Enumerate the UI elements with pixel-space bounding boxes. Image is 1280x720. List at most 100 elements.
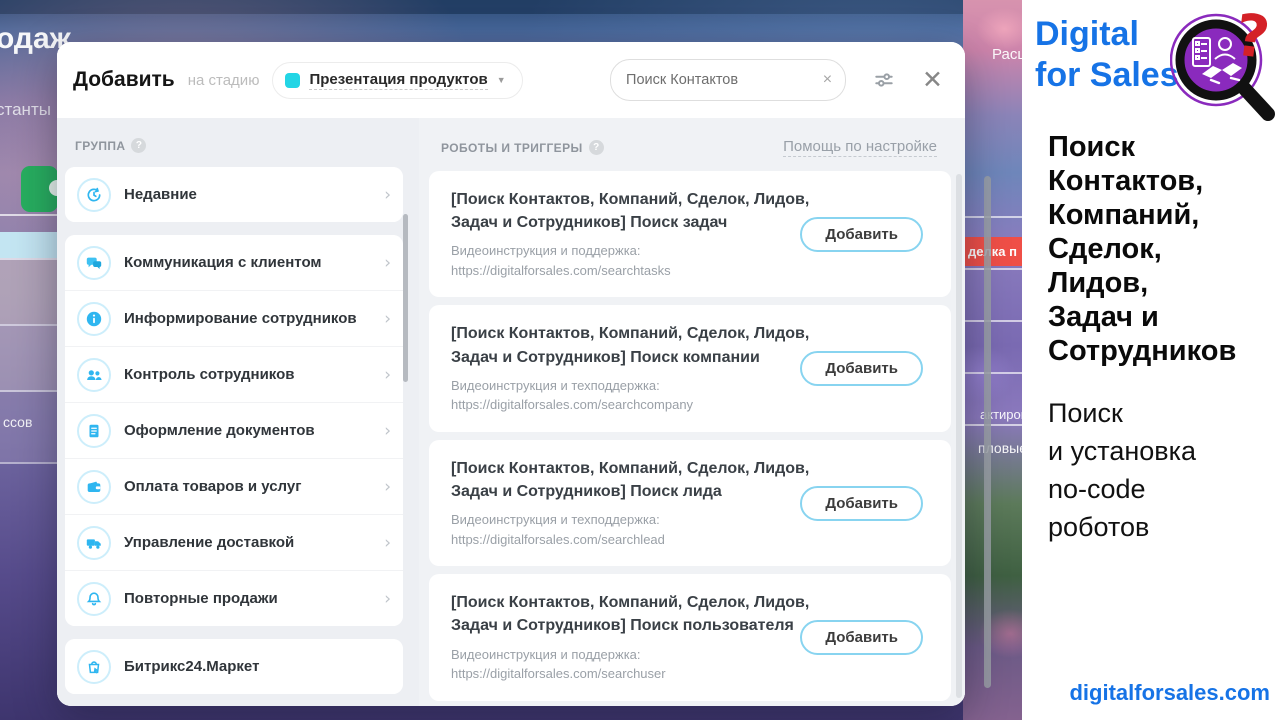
sidebar-item-label: Управление доставкой xyxy=(124,534,295,551)
robot-url: https://digitalforsales.com/searchcompan… xyxy=(451,397,694,413)
sidebar-item-employee-control[interactable]: Контроль сотрудников › xyxy=(65,346,403,402)
background-row-line xyxy=(963,268,1022,270)
sidebar-item-recent[interactable]: Недавние › xyxy=(65,167,403,222)
promo-sidebar: Digital for Sales ? Поиск Контактов, Ком… xyxy=(1022,0,1280,720)
brand-line1: Digital xyxy=(1035,15,1139,53)
recent-card: Недавние › xyxy=(65,167,403,222)
chevron-right-icon: › xyxy=(384,364,391,385)
slider-panel-scrollbar[interactable] xyxy=(984,176,991,688)
robot-card-search-lead: [Поиск Контактов, Компаний, Сделок, Лидо… xyxy=(429,439,951,567)
search-clear-icon[interactable]: × xyxy=(823,72,832,88)
brand-logo-text: Digital for Sales xyxy=(1035,14,1179,96)
history-icon xyxy=(77,177,111,212)
help-icon[interactable]: ? xyxy=(588,140,604,155)
sidebar-item-payments[interactable]: Оплата товаров и услуг › xyxy=(65,458,403,514)
market-card: Битрикс24.Маркет xyxy=(65,639,403,694)
sidebar-item-label: Оформление документов xyxy=(124,422,315,439)
truck-icon xyxy=(77,525,111,560)
sidebar-item-bitrix-market[interactable]: Битрикс24.Маркет xyxy=(65,639,403,694)
robots-panel-scrollbar[interactable] xyxy=(956,174,962,698)
brand-line2: for Sales xyxy=(1035,55,1179,94)
background-row-highlight xyxy=(0,232,57,258)
chevron-right-icon: › xyxy=(384,184,391,205)
group-section-label: ГРУППА xyxy=(75,138,126,153)
robot-url: https://digitalforsales.com/searchuser xyxy=(451,666,666,681)
robot-title: [Поиск Контактов, Компаний, Сделок, Лидо… xyxy=(451,594,810,635)
chevron-right-icon: › xyxy=(384,588,391,609)
wallet-icon xyxy=(77,469,111,504)
add-robot-dialog: Добавить на стадию Презентация продуктов… xyxy=(57,42,965,706)
screen: одаж станты ссов Расши делка п актиров п… xyxy=(0,0,1280,720)
background-row-line xyxy=(963,424,1022,426)
add-robot-button[interactable]: Добавить xyxy=(800,217,923,252)
magnifier-logo-icon: ? xyxy=(1170,4,1275,121)
background-row-line xyxy=(0,462,57,464)
promo-heading-line: Сделок, xyxy=(1048,233,1162,265)
sidebar-item-documents[interactable]: Оформление документов › xyxy=(65,402,403,458)
robot-card-search-user: [Поиск Контактов, Компаний, Сделок, Лидо… xyxy=(429,574,951,701)
robot-card-search-company: [Поиск Контактов, Компаний, Сделок, Лидо… xyxy=(429,305,951,432)
chevron-right-icon: › xyxy=(384,476,391,497)
search-input[interactable] xyxy=(624,71,817,89)
background-row xyxy=(0,260,57,324)
promo-heading-line: Задач и xyxy=(1048,301,1159,333)
add-robot-button[interactable]: Добавить xyxy=(800,620,923,656)
close-icon[interactable]: ✕ xyxy=(922,67,943,93)
promo-heading: Поиск Контактов, Компаний, Сделок, Лидов… xyxy=(1048,130,1236,368)
chevron-down-icon: ▼ xyxy=(496,75,506,85)
background-green-button xyxy=(21,166,65,212)
group-panel: ГРУППА ? Недавние › Коммуникация с клиен… xyxy=(57,118,419,706)
background-row xyxy=(0,326,57,390)
sidebar-item-informing[interactable]: Информирование сотрудников › xyxy=(65,290,403,346)
people-icon xyxy=(77,357,111,392)
robot-url: https://digitalforsales.com/searchtasks xyxy=(451,262,671,278)
background-text-fragment: ссов xyxy=(3,414,33,430)
background-row-line xyxy=(963,320,1022,322)
website-url: digitalforsales.com xyxy=(1069,680,1270,705)
background-flower-photo xyxy=(963,0,1022,720)
robots-section-label: РОБОТЫ И ТРИГГЕРЫ xyxy=(441,140,583,155)
setup-help-link[interactable]: Помощь по настройке xyxy=(783,138,937,157)
chevron-right-icon: › xyxy=(384,420,391,441)
robot-title: [Поиск Контактов, Компаний, Сделок, Лидо… xyxy=(451,191,810,232)
sidebar-item-label: Информирование сотрудников xyxy=(124,310,357,327)
group-panel-scrollbar[interactable] xyxy=(403,214,408,382)
sidebar-item-label: Повторные продажи xyxy=(124,590,278,607)
promo-subtext-line: Поиск xyxy=(1048,398,1123,428)
background-row-line xyxy=(0,214,57,216)
question-mark-icon: ? xyxy=(1232,4,1274,72)
chevron-right-icon: › xyxy=(384,252,391,273)
sidebar-item-repeat-sales[interactable]: Повторные продажи › xyxy=(65,570,403,626)
promo-heading-line: Поиск xyxy=(1048,131,1136,163)
promo-subtext-line: no-code xyxy=(1048,474,1146,504)
add-robot-button[interactable]: Добавить xyxy=(800,351,923,387)
dialog-body: ГРУППА ? Недавние › Коммуникация с клиен… xyxy=(57,118,965,706)
promo-heading-line: Лидов, xyxy=(1048,267,1149,299)
promo-subtext-line: роботов xyxy=(1048,512,1150,542)
sidebar-item-label: Оплата товаров и услуг xyxy=(124,478,302,495)
sidebar-item-label: Коммуникация с клиентом xyxy=(124,254,322,271)
add-robot-button[interactable]: Добавить xyxy=(800,485,923,521)
stage-selector-label: Презентация продуктов xyxy=(309,70,488,90)
dialog-subtitle: на стадию xyxy=(187,71,260,89)
chevron-right-icon: › xyxy=(384,532,391,553)
robot-url: https://digitalforsales.com/searchlead xyxy=(451,531,665,547)
sidebar-item-delivery[interactable]: Управление доставкой › xyxy=(65,514,403,570)
document-icon xyxy=(77,413,111,448)
sidebar-item-label: Битрикс24.Маркет xyxy=(124,658,260,675)
promo-heading-line: Контактов, xyxy=(1048,165,1204,197)
dialog-title: Добавить xyxy=(73,68,175,91)
stage-selector[interactable]: Презентация продуктов ▼ xyxy=(272,61,523,99)
chevron-right-icon: › xyxy=(384,308,391,329)
promo-subtext-line: и установка xyxy=(1048,436,1197,466)
filter-icon[interactable] xyxy=(873,69,895,91)
sidebar-item-label: Контроль сотрудников xyxy=(124,366,295,383)
chat-icon xyxy=(77,245,111,280)
help-icon[interactable]: ? xyxy=(131,138,147,153)
promo-subtext: Поиск и установка no-code роботов xyxy=(1048,394,1196,546)
category-list: Коммуникация с клиентом › Информирование… xyxy=(65,235,403,626)
browser-top-strip xyxy=(0,0,1022,14)
sidebar-item-communication[interactable]: Коммуникация с клиентом › xyxy=(65,235,403,290)
stage-color-swatch xyxy=(285,72,301,88)
robot-title: [Поиск Контактов, Компаний, Сделок, Лидо… xyxy=(451,325,810,366)
